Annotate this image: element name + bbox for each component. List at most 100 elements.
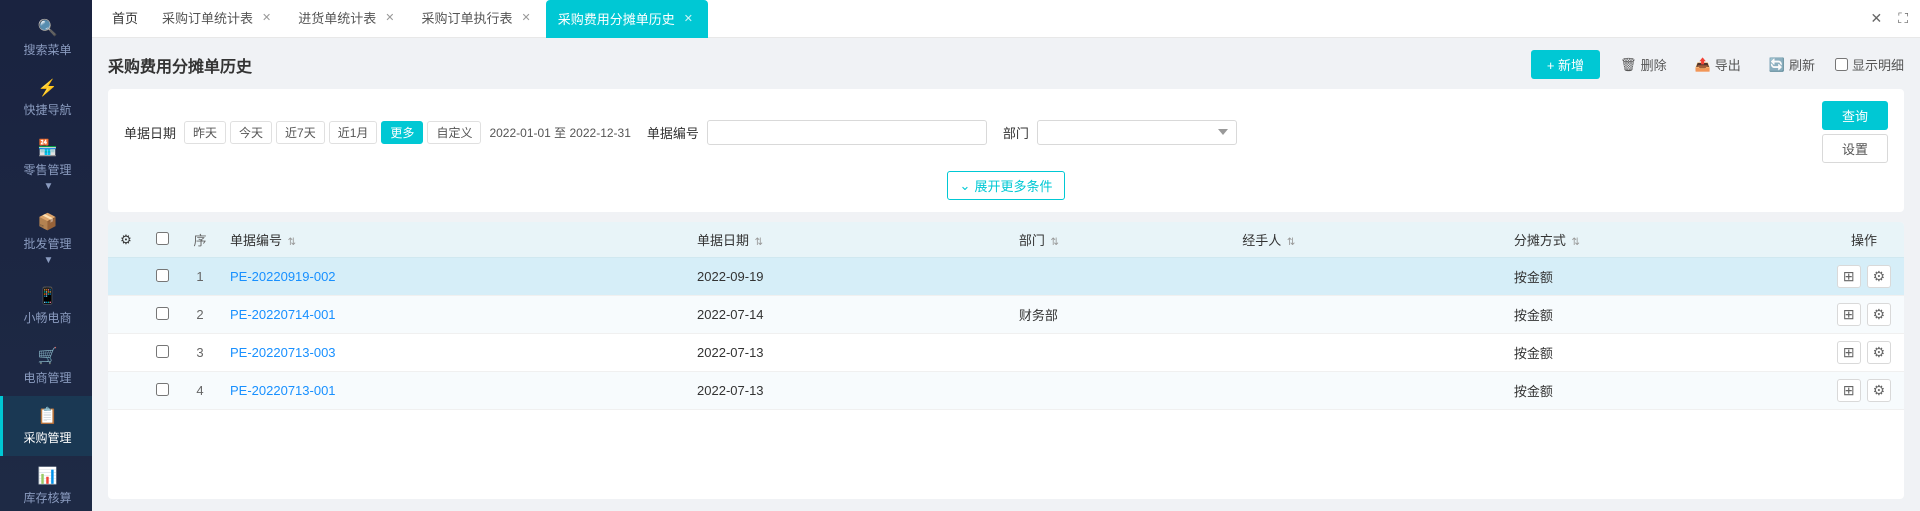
- page-title: 采购费用分摊单历史: [108, 53, 252, 77]
- row-more-btn-0[interactable]: ⚙: [1867, 265, 1892, 288]
- handler-sort-icon: ⇅: [1287, 237, 1295, 248]
- sidebar-label-quick-nav: 快捷导航: [23, 101, 71, 118]
- refresh-icon: 🔄: [1769, 57, 1785, 73]
- date-more-btn[interactable]: 更多: [381, 121, 423, 144]
- order-no-link-0[interactable]: PE-20220919-002: [230, 269, 336, 284]
- order-no-col-header[interactable]: 单据编号 ⇅: [220, 222, 687, 258]
- row-view-btn-3[interactable]: ⊞: [1837, 379, 1861, 402]
- tab-purchase-order-stat[interactable]: 采购订单统计表✕: [150, 0, 286, 38]
- tab-purchase-order-exec[interactable]: 采购订单执行表 ✕: [409, 0, 545, 38]
- dept-col-header[interactable]: 部门 ⇅: [1009, 222, 1232, 258]
- sidebar-icon-mini: 📱: [38, 286, 58, 306]
- row-action-3: ⊞ ⚙: [1824, 372, 1904, 410]
- sidebar-item-quick-nav[interactable]: ⚡快捷导航: [0, 68, 92, 128]
- sidebar-label-ecom: 电商管理: [23, 369, 71, 386]
- sidebar-icon-purchase: 📋: [38, 406, 58, 426]
- tab-close-goods-stat[interactable]: ✕: [382, 10, 397, 25]
- dept-select[interactable]: [1037, 120, 1237, 145]
- handler-col-header[interactable]: 经手人 ⇅: [1232, 222, 1504, 258]
- row-date-0: 2022-09-19: [687, 258, 1009, 296]
- tab-label-home: 首页: [112, 8, 138, 27]
- sidebar-label-search: 搜索菜单: [23, 41, 71, 58]
- query-button[interactable]: 查询: [1822, 101, 1888, 130]
- sidebar-icon-inventory: 📊: [38, 466, 58, 486]
- date-today-btn[interactable]: 今天: [230, 121, 272, 144]
- filter-row-1: 单据日期 昨天 今天 近7天 近1月 更多 自定义 2022-01-01 至 2…: [124, 101, 1888, 163]
- row-action-1: ⊞ ⚙: [1824, 296, 1904, 334]
- sidebar-item-search[interactable]: 🔍搜索菜单: [0, 8, 92, 68]
- expand-conditions-btn[interactable]: ⌄ 展开更多条件: [947, 171, 1066, 200]
- row-handler-0: [1232, 258, 1504, 296]
- sidebar-item-inventory[interactable]: 📊库存核算: [0, 456, 92, 511]
- sidebar-icon-ecom: 🛒: [38, 346, 58, 366]
- filter-expand-row: ⌄ 展开更多条件: [124, 171, 1888, 200]
- date-col-header[interactable]: 单据日期 ⇅: [687, 222, 1009, 258]
- table-row: 1 PE-20220919-002 2022-09-19 按金额 ⊞ ⚙: [108, 258, 1904, 296]
- sidebar-item-mini[interactable]: 📱小畅电商: [0, 276, 92, 336]
- row-split-method-2: 按金额: [1504, 334, 1824, 372]
- sidebar-icon-wholesale: 📦: [38, 212, 58, 232]
- sidebar-item-purchase[interactable]: 📋采购管理: [0, 396, 92, 456]
- row-settings-2: [108, 334, 144, 372]
- row-more-btn-2[interactable]: ⚙: [1867, 341, 1892, 364]
- sidebar-item-wholesale[interactable]: 📦批发管理▼: [0, 202, 92, 276]
- date-yesterday-btn[interactable]: 昨天: [184, 121, 226, 144]
- table-row: 2 PE-20220714-001 2022-07-14 财务部 按金额 ⊞ ⚙: [108, 296, 1904, 334]
- date-custom-btn[interactable]: 自定义: [427, 121, 481, 144]
- filter-area: 单据日期 昨天 今天 近7天 近1月 更多 自定义 2022-01-01 至 2…: [108, 89, 1904, 212]
- date-7days-btn[interactable]: 近7天: [276, 121, 325, 144]
- delete-button[interactable]: 🗑 删除: [1612, 51, 1675, 78]
- split-method-col-header[interactable]: 分摊方式 ⇅: [1504, 222, 1824, 258]
- close-window-icon[interactable]: ✕: [1866, 8, 1886, 29]
- order-no-label: 单据编号: [647, 123, 699, 142]
- row-view-btn-1[interactable]: ⊞: [1837, 303, 1861, 326]
- table-row: 3 PE-20220713-003 2022-07-13 按金额 ⊞ ⚙: [108, 334, 1904, 372]
- row-handler-3: [1232, 372, 1504, 410]
- order-no-link-2[interactable]: PE-20220713-003: [230, 345, 336, 360]
- select-all-checkbox[interactable]: [156, 232, 169, 245]
- row-date-3: 2022-07-13: [687, 372, 1009, 410]
- tab-goods-stat[interactable]: 进货单统计表✕: [286, 0, 409, 38]
- sidebar-item-ecom[interactable]: 🛒 电商管理: [0, 336, 92, 396]
- show-cols-toggle[interactable]: 显示明细: [1835, 55, 1904, 74]
- row-checkbox-0[interactable]: [156, 269, 169, 282]
- row-order-no-3: PE-20220713-001: [220, 372, 687, 410]
- order-no-link-1[interactable]: PE-20220714-001: [230, 307, 336, 322]
- row-more-btn-1[interactable]: ⚙: [1867, 303, 1892, 326]
- refresh-button[interactable]: 🔄 刷新: [1761, 51, 1823, 78]
- data-table-container: ⚙ 序 单据编号 ⇅ 单据日期 ⇅: [108, 222, 1904, 499]
- settings-col-header[interactable]: ⚙: [108, 222, 144, 258]
- expand-window-icon[interactable]: ⛶: [1894, 8, 1912, 29]
- row-view-btn-0[interactable]: ⊞: [1837, 265, 1861, 288]
- order-no-link-3[interactable]: PE-20220713-001: [230, 383, 336, 398]
- tab-close-purchase-order-exec[interactable]: ✕: [519, 10, 534, 25]
- tab-bar-right: ✕ ⛶: [1866, 8, 1912, 29]
- dept-sort-icon: ⇅: [1050, 237, 1058, 248]
- dept-col-label: 部门: [1019, 233, 1045, 248]
- add-button[interactable]: + 新增: [1531, 50, 1600, 79]
- order-no-input[interactable]: [707, 120, 987, 145]
- table-body: 1 PE-20220919-002 2022-09-19 按金额 ⊞ ⚙ 2 P…: [108, 258, 1904, 410]
- tab-close-purchase-order-stat[interactable]: ✕: [259, 10, 274, 25]
- row-more-btn-3[interactable]: ⚙: [1867, 379, 1892, 402]
- row-checkbox-cell-3: [144, 372, 180, 410]
- action-col-header: 操作: [1824, 222, 1904, 258]
- settings-button[interactable]: 设置: [1822, 134, 1888, 163]
- date-1month-btn[interactable]: 近1月: [329, 121, 378, 144]
- row-action-2: ⊞ ⚙: [1824, 334, 1904, 372]
- export-button[interactable]: 📤 导出: [1687, 51, 1749, 78]
- tab-purchase-cost-history[interactable]: 采购费用分摊单历史✕: [546, 0, 708, 38]
- row-settings-0: [108, 258, 144, 296]
- table-header-row: ⚙ 序 单据编号 ⇅ 单据日期 ⇅: [108, 222, 1904, 258]
- show-cols-checkbox[interactable]: [1835, 58, 1848, 71]
- row-checkbox-1[interactable]: [156, 307, 169, 320]
- tab-close-purchase-cost-history[interactable]: ✕: [681, 11, 696, 26]
- row-checkbox-2[interactable]: [156, 345, 169, 358]
- export-icon: 📤: [1695, 57, 1711, 73]
- tab-home[interactable]: 首页: [100, 0, 150, 38]
- row-view-btn-2[interactable]: ⊞: [1837, 341, 1861, 364]
- sidebar-item-retail[interactable]: 🏪零售管理▼: [0, 128, 92, 202]
- row-checkbox-3[interactable]: [156, 383, 169, 396]
- tab-label-purchase-order-exec: 采购订单执行表: [421, 8, 512, 27]
- row-num-1: 2: [180, 296, 220, 334]
